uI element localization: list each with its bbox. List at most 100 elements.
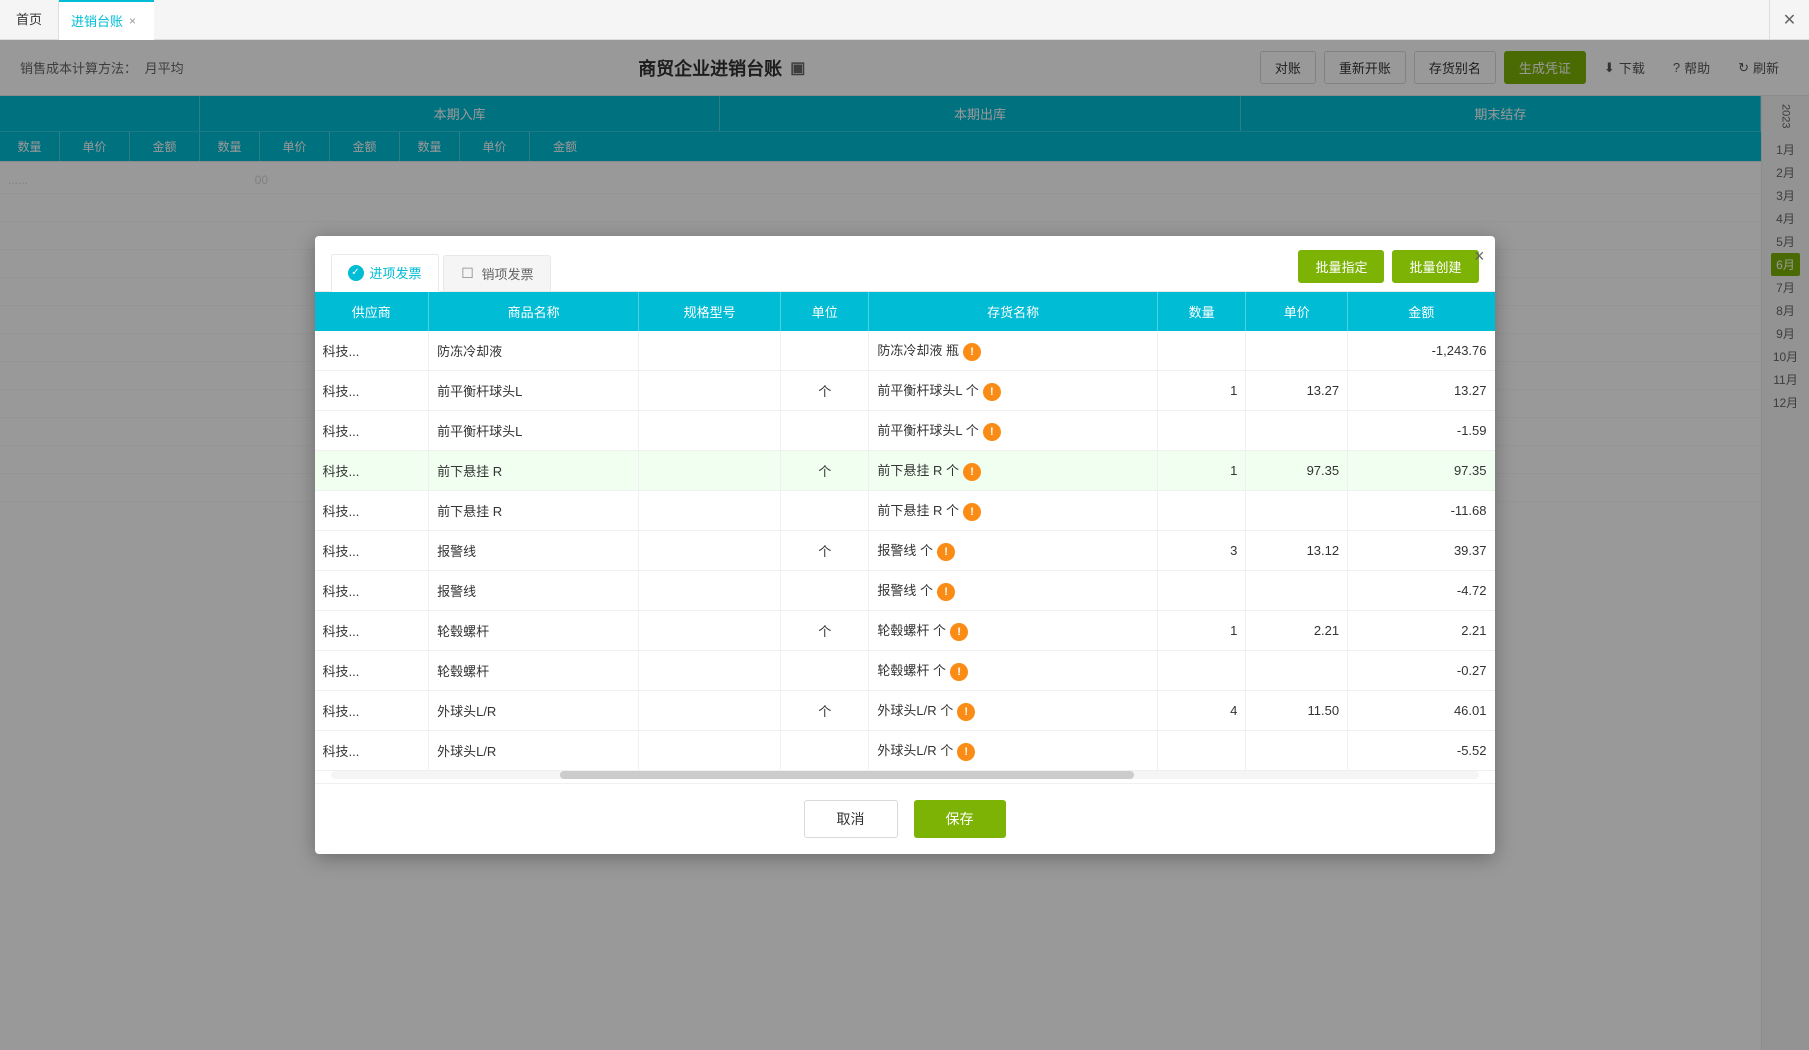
- table-cell: [1157, 731, 1245, 771]
- table-cell: 报警线 个!: [869, 531, 1157, 571]
- table-cell: 轮毂螺杆: [429, 651, 639, 691]
- tab-invoice-in[interactable]: ✓ 进项发票: [331, 254, 439, 292]
- table-cell: 科技...: [315, 611, 429, 651]
- tab-invoice-in-label: 进项发票: [370, 263, 422, 282]
- table-cell: 1: [1157, 611, 1245, 651]
- table-cell: [639, 691, 781, 731]
- table-row: 科技...轮毂螺杆轮毂螺杆 个!-0.27: [315, 651, 1495, 691]
- tab-invoice-out-label: 销项发票: [482, 264, 534, 283]
- modal-scrollbar[interactable]: [331, 771, 1479, 779]
- table-cell: 前下悬挂 R 个!: [869, 491, 1157, 531]
- invoice-in-icon: ✓: [348, 265, 364, 281]
- table-cell: 科技...: [315, 331, 429, 371]
- batch-assign-button[interactable]: 批量指定: [1298, 250, 1384, 283]
- table-cell: 科技...: [315, 371, 429, 411]
- tab-close-icon[interactable]: ×: [129, 14, 136, 28]
- tab-home[interactable]: 首页: [0, 0, 59, 40]
- table-cell: 外球头L/R 个!: [869, 691, 1157, 731]
- table-row: 科技...前平衡杆球头L前平衡杆球头L 个!-1.59: [315, 411, 1495, 451]
- table-cell: 39.37: [1348, 531, 1495, 571]
- table-cell: [639, 411, 781, 451]
- warning-icon: !: [983, 383, 1001, 401]
- table-cell: 防冻冷却液: [429, 331, 639, 371]
- save-button[interactable]: 保存: [914, 800, 1006, 838]
- table-cell: 13.27: [1246, 371, 1348, 411]
- table-cell: -5.52: [1348, 731, 1495, 771]
- table-cell: 前下悬挂 R: [429, 491, 639, 531]
- table-cell: 前平衡杆球头L 个!: [869, 411, 1157, 451]
- warning-icon: !: [957, 703, 975, 721]
- table-cell: [639, 331, 781, 371]
- table-cell: [781, 571, 869, 611]
- table-cell: 个: [781, 531, 869, 571]
- warning-icon: !: [963, 503, 981, 521]
- modal-table-wrapper[interactable]: 供应商 商品名称 规格型号 单位 存货名称 数量 单价 金额 科技...防冻冷却…: [315, 292, 1495, 771]
- table-row: 科技...轮毂螺杆个轮毂螺杆 个!12.212.21: [315, 611, 1495, 651]
- modal-close-button[interactable]: ×: [1474, 246, 1485, 267]
- tab-active[interactable]: 进销台账 ×: [59, 0, 154, 40]
- table-cell: 11.50: [1246, 691, 1348, 731]
- table-cell: 报警线 个!: [869, 571, 1157, 611]
- window-close-button[interactable]: ✕: [1769, 0, 1809, 40]
- table-cell: [781, 651, 869, 691]
- table-cell: 报警线: [429, 571, 639, 611]
- top-bar: 首页 进销台账 × ✕: [0, 0, 1809, 40]
- tab-invoice-out[interactable]: ☐ 销项发票: [443, 255, 551, 291]
- modal-dialog: ✓ 进项发票 ☐ 销项发票 批量指定 批量创建 × 供应商: [315, 236, 1495, 854]
- table-cell: -11.68: [1348, 491, 1495, 531]
- table-cell: -4.72: [1348, 571, 1495, 611]
- col-supplier: 供应商: [315, 292, 429, 331]
- table-cell: 科技...: [315, 491, 429, 531]
- table-cell: 科技...: [315, 691, 429, 731]
- table-cell: [781, 731, 869, 771]
- cancel-button[interactable]: 取消: [804, 800, 898, 838]
- warning-icon: !: [950, 663, 968, 681]
- table-cell: 前下悬挂 R 个!: [869, 451, 1157, 491]
- table-cell: 个: [781, 611, 869, 651]
- table-row: 科技...外球头L/R外球头L/R 个!-5.52: [315, 731, 1495, 771]
- table-cell: [1157, 331, 1245, 371]
- table-cell: 97.35: [1246, 451, 1348, 491]
- table-cell: [639, 651, 781, 691]
- main-content: 销售成本计算方法： 月平均 商贸企业进销台账 ▣ 对账 重新开账 存货别名 生成…: [0, 40, 1809, 1050]
- table-cell: [639, 571, 781, 611]
- modal-table-body: 科技...防冻冷却液防冻冷却液 瓶!-1,243.76科技...前平衡杆球头L个…: [315, 331, 1495, 771]
- col-amount: 金额: [1348, 292, 1495, 331]
- table-cell: [1246, 731, 1348, 771]
- col-inventory-name: 存货名称: [869, 292, 1157, 331]
- table-cell: [639, 491, 781, 531]
- table-cell: [1246, 411, 1348, 451]
- table-cell: [1246, 491, 1348, 531]
- table-cell: -0.27: [1348, 651, 1495, 691]
- table-cell: [1157, 571, 1245, 611]
- table-cell: 科技...: [315, 531, 429, 571]
- table-cell: 前平衡杆球头L 个!: [869, 371, 1157, 411]
- table-cell: [639, 531, 781, 571]
- batch-create-button[interactable]: 批量创建: [1392, 250, 1478, 283]
- table-row: 科技...前平衡杆球头L个前平衡杆球头L 个!113.2713.27: [315, 371, 1495, 411]
- table-cell: 1: [1157, 451, 1245, 491]
- table-row: 科技...外球头L/R个外球头L/R 个!411.5046.01: [315, 691, 1495, 731]
- warning-icon: !: [937, 543, 955, 561]
- modal-overlay: ✓ 进项发票 ☐ 销项发票 批量指定 批量创建 × 供应商: [0, 40, 1809, 1050]
- table-cell: 13.12: [1246, 531, 1348, 571]
- col-quantity: 数量: [1157, 292, 1245, 331]
- table-cell: 科技...: [315, 571, 429, 611]
- table-cell: 科技...: [315, 411, 429, 451]
- modal-header-actions: 批量指定 批量创建: [1298, 250, 1478, 291]
- table-cell: 前下悬挂 R: [429, 451, 639, 491]
- col-unit: 单位: [781, 292, 869, 331]
- table-cell: 外球头L/R: [429, 731, 639, 771]
- table-cell: 2.21: [1348, 611, 1495, 651]
- table-cell: [639, 611, 781, 651]
- warning-icon: !: [963, 463, 981, 481]
- table-cell: [1157, 411, 1245, 451]
- tab-active-label: 进销台账: [71, 11, 123, 30]
- table-row: 科技...前下悬挂 R个前下悬挂 R 个!197.3597.35: [315, 451, 1495, 491]
- table-cell: [781, 331, 869, 371]
- table-cell: 报警线: [429, 531, 639, 571]
- table-cell: 轮毂螺杆 个!: [869, 651, 1157, 691]
- table-cell: 2.21: [1246, 611, 1348, 651]
- table-cell: [1246, 571, 1348, 611]
- table-cell: 46.01: [1348, 691, 1495, 731]
